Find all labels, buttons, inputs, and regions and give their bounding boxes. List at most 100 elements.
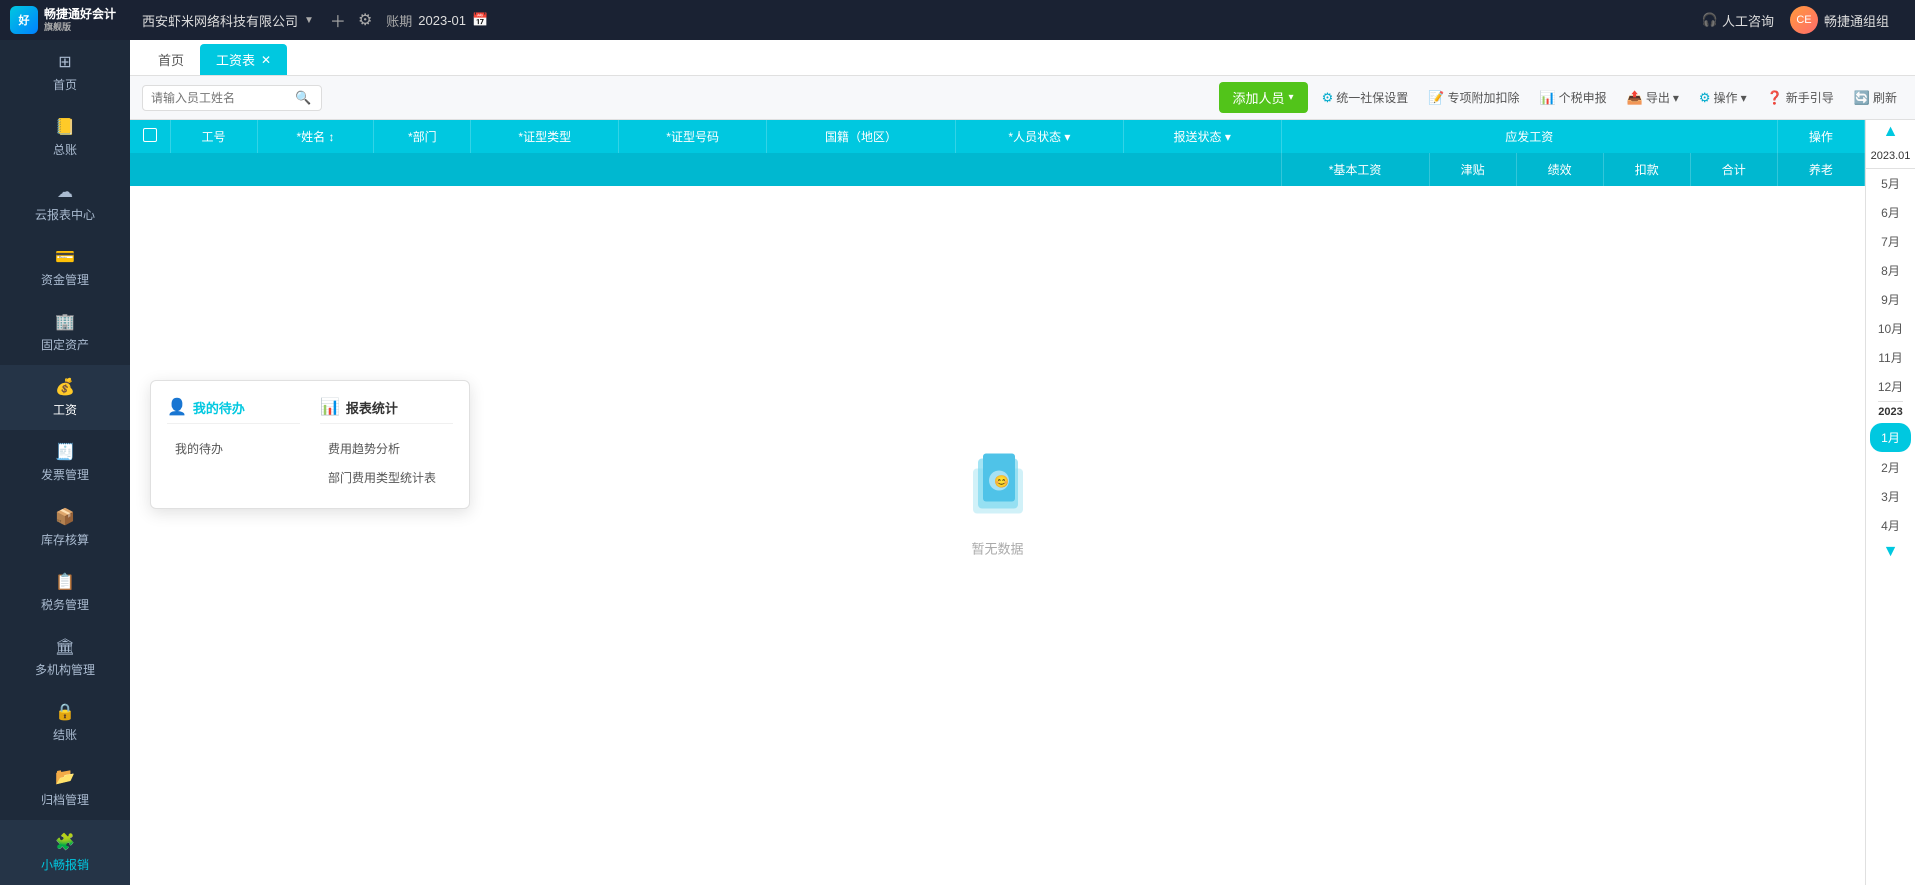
sidebar-item-multi-org[interactable]: 🏛 多机构管理 — [0, 625, 130, 690]
select-all-checkbox[interactable] — [143, 128, 157, 142]
org-icon: 🏛 — [55, 637, 75, 657]
operation-arrow-icon: ▾ — [1741, 91, 1747, 105]
month-item-2[interactable]: 2月 — [1866, 453, 1915, 482]
new-guide-action[interactable]: ❓ 新手引导 — [1761, 85, 1840, 110]
headset-icon: 🎧 — [1702, 12, 1718, 28]
sidebar-item-ledger[interactable]: 📒 总账 — [0, 105, 130, 170]
empty-illustration: 😊 — [958, 448, 1038, 528]
fund-icon: 💳 — [55, 247, 75, 267]
col-spacer — [130, 153, 1281, 186]
month-item-1[interactable]: 1月 — [1870, 423, 1911, 452]
popup-item-cost-trend[interactable]: 费用趋势分析 — [320, 434, 453, 463]
tax-report-action[interactable]: 📊 个税申报 — [1533, 85, 1612, 110]
popup-col2-header[interactable]: 📊 报表统计 — [320, 397, 453, 424]
home-icon: ⊞ — [55, 52, 75, 72]
sidebar-item-fixed-assets[interactable]: 🏢 固定资产 — [0, 300, 130, 365]
avatar: CE — [1790, 6, 1818, 34]
add-person-button[interactable]: 添加人员 ▾ — [1219, 82, 1308, 113]
col-pension: 养老 — [1777, 153, 1864, 186]
tab-payroll[interactable]: 工资表 ✕ — [200, 44, 287, 75]
tax-icon: 📋 — [55, 572, 75, 592]
invoice-icon: 🧾 — [55, 442, 75, 462]
col-operation: 操作 — [1777, 120, 1864, 153]
month-item-4[interactable]: 4月 — [1866, 511, 1915, 540]
settings-icon[interactable]: ⚙ — [354, 6, 376, 34]
search-box: 🔍 — [142, 85, 322, 111]
month-item-7[interactable]: 7月 — [1866, 227, 1915, 256]
user-info[interactable]: CE 畅捷通组组 — [1790, 6, 1889, 34]
add-icon[interactable]: ＋ — [326, 4, 350, 36]
sidebar-item-tax[interactable]: 📋 税务管理 — [0, 560, 130, 625]
archive-icon: 📂 — [55, 767, 75, 787]
tab-bar: 首页 工资表 ✕ — [130, 40, 1915, 76]
col-nation: 国籍（地区） — [767, 120, 956, 153]
payroll-table: 工号 *姓名 ↕ *部门 *证型类型 *证型号码 国籍（地区） *人员状态 ▾ … — [130, 120, 1865, 186]
popup-row: 👤 我的待办 我的待办 📊 报表统计 费用趋势分析 部门费用类型统计表 — [167, 397, 453, 492]
popup-col-reports: 📊 报表统计 费用趋势分析 部门费用类型统计表 — [320, 397, 453, 492]
popup-item-my-todo[interactable]: 我的待办 — [167, 434, 300, 463]
search-input[interactable] — [151, 91, 291, 105]
month-item-6[interactable]: 6月 — [1866, 198, 1915, 227]
report-icon: 🧩 — [55, 832, 75, 852]
popup-col1-header[interactable]: 👤 我的待办 — [167, 397, 300, 424]
tab-close-icon[interactable]: ✕ — [261, 53, 271, 67]
sidebar-item-archive[interactable]: 📂 归档管理 — [0, 755, 130, 820]
logo-text: 畅捷通好会计 旗舰版 — [44, 7, 116, 32]
col-id-type: *证型类型 — [471, 120, 619, 153]
period-area: 账期 2023-01 📅 — [376, 11, 498, 30]
sidebar-item-home[interactable]: ⊞ 首页 — [0, 40, 130, 105]
month-item-9[interactable]: 9月 — [1866, 285, 1915, 314]
toolbar: 🔍 添加人员 ▾ ⚙ 统一社保设置 📝 专项附加扣除 📊 个税申报 📤 导出 — [130, 76, 1915, 120]
calendar-icon[interactable]: 📅 — [472, 12, 488, 28]
sidebar-item-invoice[interactable]: 🧾 发票管理 — [0, 430, 130, 495]
sidebar-item-fund[interactable]: 💳 资金管理 — [0, 235, 130, 300]
logo-icon: 好 — [10, 6, 38, 34]
export-icon: 📤 — [1627, 90, 1643, 106]
refresh-action[interactable]: 🔄 刷新 — [1848, 85, 1903, 110]
sidebar-item-cloud-report[interactable]: ☁ 云报表中心 — [0, 170, 130, 235]
xiaochang-dropdown-popup: 👤 我的待办 我的待办 📊 报表统计 费用趋势分析 部门费用类型统计表 — [150, 380, 470, 509]
col-emp-no: 工号 — [170, 120, 257, 153]
todo-icon: 👤 — [167, 397, 187, 417]
special-deduction-action[interactable]: 📝 专项附加扣除 — [1422, 85, 1525, 110]
deduction-icon: 📝 — [1428, 90, 1444, 106]
col-status: *人员状态 ▾ — [956, 120, 1124, 153]
top-bar: 好 畅捷通好会计 旗舰版 西安虾米网络科技有限公司 ▼ ＋ ⚙ 账期 2023-… — [0, 0, 1915, 40]
logo: 好 畅捷通好会计 旗舰版 — [10, 6, 130, 34]
cloud-icon: ☁ — [55, 182, 75, 202]
month-item-10[interactable]: 10月 — [1866, 314, 1915, 343]
search-icon[interactable]: 🔍 — [295, 90, 311, 106]
month-down-nav[interactable]: ▼ — [1880, 540, 1902, 564]
support-button[interactable]: 🎧 人工咨询 — [1702, 11, 1774, 30]
sidebar-item-xiaochang[interactable]: 🧩 小畅报销 — [0, 820, 130, 885]
col-report-status: 报送状态 ▾ — [1123, 120, 1281, 153]
month-item-12[interactable]: 12月 — [1866, 372, 1915, 401]
month-up-nav[interactable]: ▲ — [1880, 120, 1902, 144]
col-checkbox — [130, 120, 170, 153]
month-item-3[interactable]: 3月 — [1866, 482, 1915, 511]
sidebar-item-salary[interactable]: 💰 工资 — [0, 365, 130, 430]
sidebar-item-closing[interactable]: 🔒 结账 — [0, 690, 130, 755]
col-base-salary: *基本工资 — [1281, 153, 1429, 186]
operation-action[interactable]: ⚙ 操作 ▾ — [1693, 85, 1753, 110]
month-item-11[interactable]: 11月 — [1866, 343, 1915, 372]
col-id-no: *证型号码 — [619, 120, 767, 153]
guide-icon: ❓ — [1767, 90, 1783, 106]
sidebar: ⊞ 首页 📒 总账 ☁ 云报表中心 💳 资金管理 🏢 固定资产 💰 工资 🧾 发… — [0, 40, 130, 885]
period-value[interactable]: 2023-01 — [418, 13, 466, 28]
social-security-action[interactable]: ⚙ 统一社保设置 — [1316, 85, 1415, 110]
building-icon: 🏢 — [55, 312, 75, 332]
export-action[interactable]: 📤 导出 ▾ — [1621, 85, 1685, 110]
month-item-8[interactable]: 8月 — [1866, 256, 1915, 285]
col-dept: *部门 — [374, 120, 471, 153]
ledger-icon: 📒 — [55, 117, 75, 137]
col-performance: 绩效 — [1516, 153, 1603, 186]
popup-col-todo: 👤 我的待办 我的待办 — [167, 397, 300, 492]
tab-home[interactable]: 首页 — [142, 44, 200, 75]
company-selector[interactable]: 西安虾米网络科技有限公司 ▼ — [130, 11, 326, 30]
col-total: 合计 — [1690, 153, 1777, 186]
month-item-5[interactable]: 5月 — [1866, 169, 1915, 198]
popup-item-dept-cost[interactable]: 部门费用类型统计表 — [320, 463, 453, 492]
sidebar-item-inventory[interactable]: 📦 库存核算 — [0, 495, 130, 560]
month-year-2023: 2023 — [1878, 401, 1902, 422]
